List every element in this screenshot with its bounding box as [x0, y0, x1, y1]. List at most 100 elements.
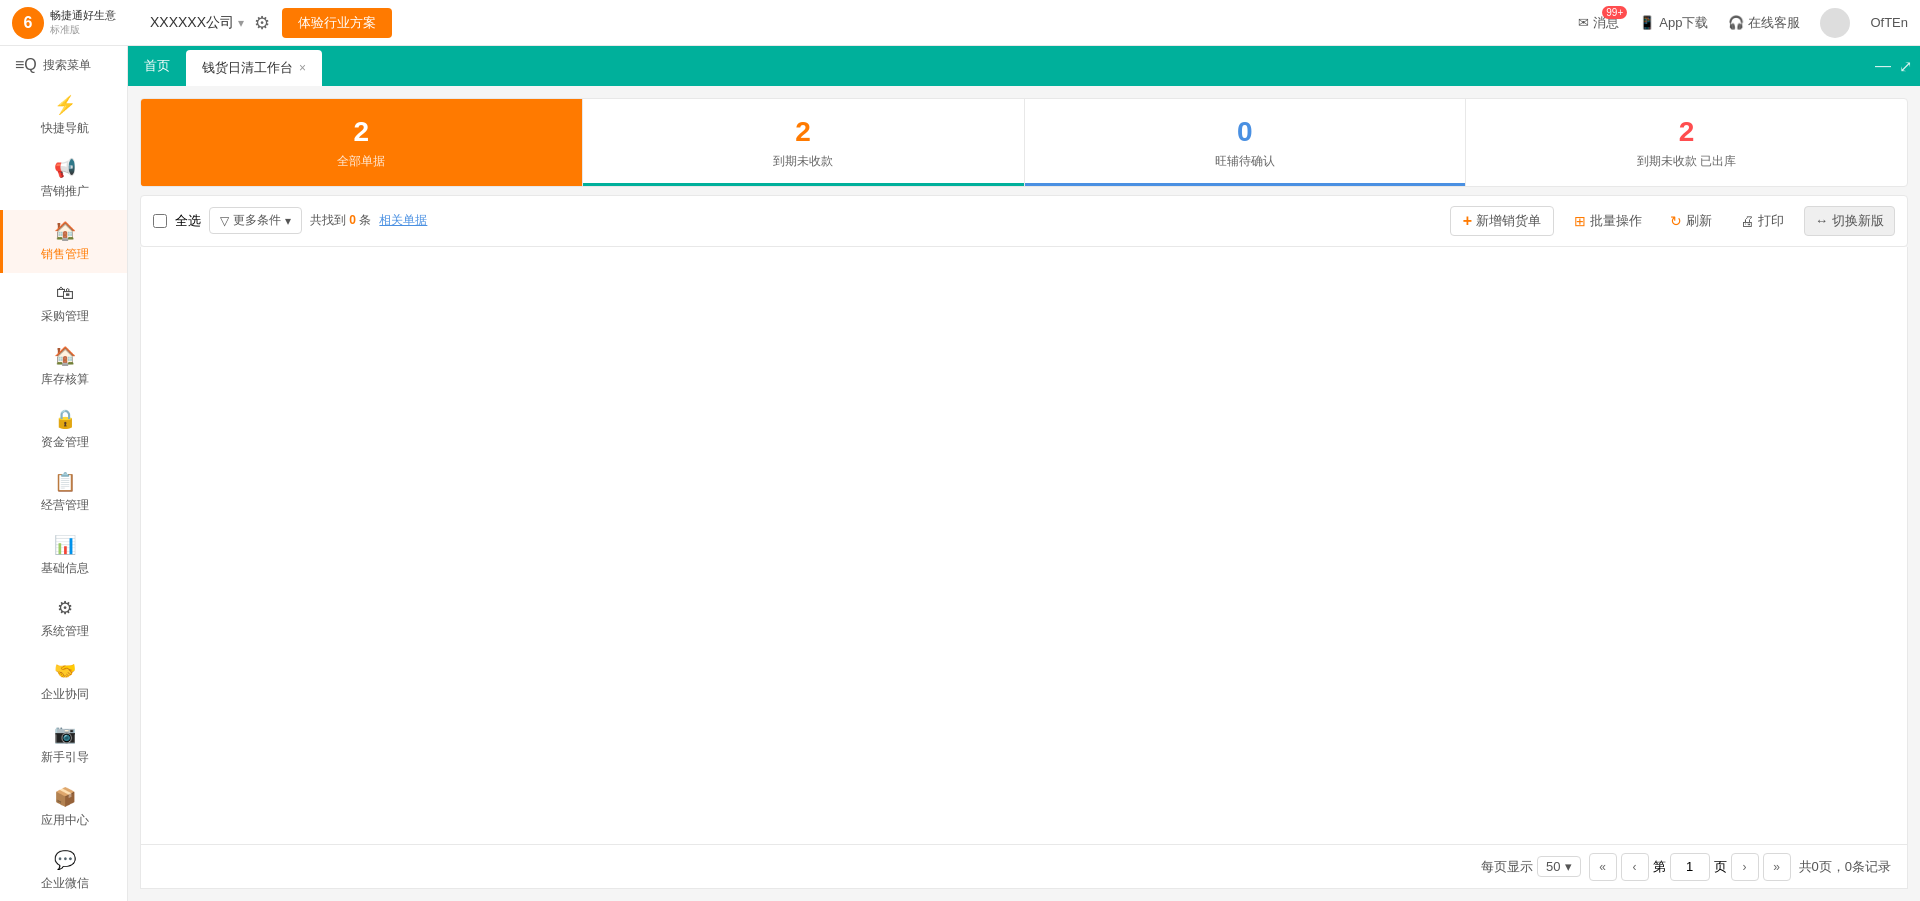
- refresh-label: 刷新: [1686, 212, 1712, 230]
- logo-text: 畅捷通好生意 标准版: [50, 8, 116, 36]
- app-center-icon: 📦: [54, 786, 76, 808]
- sidebar-item-inventory[interactable]: 🏠 库存核算: [0, 335, 127, 398]
- sidebar-search-label: 搜索菜单: [43, 57, 91, 74]
- next-page-button[interactable]: ›: [1731, 853, 1759, 881]
- found-count-number: 0: [349, 213, 356, 227]
- select-all-checkbox[interactable]: [153, 214, 167, 228]
- settings-icon[interactable]: ⚙: [254, 12, 270, 34]
- sidebar: ≡Q 搜索菜单 ⚡ 快捷导航 📢 营销推广 🏠 销售管理 🛍 采购管理 🏠 库存…: [0, 46, 128, 901]
- sidebar-item-enterprise[interactable]: 🤝 企业协同: [0, 650, 127, 713]
- add-sale-button[interactable]: + 新增销货单: [1450, 206, 1554, 236]
- switch-label: 切换新版: [1832, 212, 1884, 230]
- add-sale-label: 新增销货单: [1476, 212, 1541, 230]
- logo-icon: 6: [12, 7, 44, 39]
- tab-actions: — ⤢: [1875, 57, 1920, 76]
- sidebar-item-system[interactable]: ⚙ 系统管理: [0, 587, 127, 650]
- sidebar-item-label: 采购管理: [41, 308, 89, 325]
- tab-work-station-label: 钱货日清工作台: [202, 59, 293, 77]
- avatar[interactable]: [1820, 8, 1850, 38]
- stat-num-shipped: 2: [1679, 115, 1695, 149]
- try-plan-button[interactable]: 体验行业方案: [282, 8, 392, 38]
- sidebar-item-label: 应用中心: [41, 812, 89, 829]
- sidebar-item-purchase[interactable]: 🛍 采购管理: [0, 273, 127, 335]
- tab-maximize-icon[interactable]: ⤢: [1899, 57, 1912, 76]
- batch-icon: ⊞: [1574, 213, 1586, 229]
- related-bills-text[interactable]: 相关单据: [379, 212, 427, 229]
- page-size-chevron: ▾: [1565, 859, 1572, 874]
- first-page-button[interactable]: «: [1589, 853, 1617, 881]
- sidebar-item-label: 系统管理: [41, 623, 89, 640]
- page-size-selector: 每页显示 50 ▾: [1481, 856, 1580, 877]
- page-size-value[interactable]: 50 ▾: [1537, 856, 1580, 877]
- sidebar-item-wecom[interactable]: 💬 企业微信: [0, 839, 127, 901]
- basic-info-icon: 📊: [54, 534, 76, 556]
- stat-card-shipped[interactable]: 2 到期未收款 已出库: [1466, 99, 1907, 186]
- toolbar-right: + 新增销货单 ⊞ 批量操作 ↻ 刷新 🖨 打印: [1450, 206, 1895, 236]
- stat-card-all[interactable]: 2 全部单据: [141, 99, 583, 186]
- print-label: 打印: [1758, 212, 1784, 230]
- main-layout: ≡Q 搜索菜单 ⚡ 快捷导航 📢 营销推广 🏠 销售管理 🛍 采购管理 🏠 库存…: [0, 46, 1920, 901]
- sidebar-item-sales[interactable]: 🏠 销售管理: [0, 210, 127, 273]
- prev-page-button[interactable]: ‹: [1621, 853, 1649, 881]
- stat-underline-all: [141, 183, 582, 186]
- sidebar-item-operations[interactable]: 📋 经营管理: [0, 461, 127, 524]
- sidebar-item-search-menu[interactable]: ≡Q 搜索菜单: [0, 46, 127, 84]
- username: OfTEn: [1870, 15, 1908, 30]
- sidebar-item-guide[interactable]: 📷 新手引导: [0, 713, 127, 776]
- app-download-button[interactable]: 📱 App下载: [1639, 14, 1708, 32]
- message-button[interactable]: ✉ 消息 99+: [1578, 14, 1619, 32]
- refresh-icon: ↻: [1670, 213, 1682, 229]
- sidebar-item-label: 资金管理: [41, 434, 89, 451]
- sidebar-item-finance[interactable]: 🔒 资金管理: [0, 398, 127, 461]
- search-menu-icon: ≡Q: [15, 56, 37, 74]
- printer-icon: 🖨: [1740, 213, 1754, 229]
- sidebar-item-app-center[interactable]: 📦 应用中心: [0, 776, 127, 839]
- message-icon: ✉: [1578, 15, 1589, 30]
- stat-card-overdue[interactable]: 2 到期未收款: [583, 99, 1025, 186]
- current-page-input[interactable]: [1670, 853, 1710, 881]
- sidebar-item-label: 企业微信: [41, 875, 89, 892]
- tabs-bar: 首页 钱货日清工作台 × — ⤢: [128, 46, 1920, 86]
- page-navigation: « ‹ 第 页 › »: [1589, 853, 1791, 881]
- sidebar-item-quick-nav[interactable]: ⚡ 快捷导航: [0, 84, 127, 147]
- print-button[interactable]: 🖨 打印: [1732, 208, 1792, 234]
- online-service-button[interactable]: 🎧 在线客服: [1728, 14, 1800, 32]
- tab-minimize-icon[interactable]: —: [1875, 57, 1891, 75]
- purchase-icon: 🛍: [56, 283, 74, 304]
- megaphone-icon: 📢: [54, 157, 76, 179]
- top-header: 6 畅捷通好生意 标准版 XXXXXX公司 ▾ ⚙ 体验行业方案 ✉ 消息 99…: [0, 0, 1920, 46]
- stat-label-all: 全部单据: [337, 153, 385, 170]
- batch-ops-label: 批量操作: [1590, 212, 1642, 230]
- found-count-text: 共找到 0 条: [310, 212, 371, 229]
- stat-card-pending[interactable]: 0 旺辅待确认: [1025, 99, 1467, 186]
- tab-work-station[interactable]: 钱货日清工作台 ×: [186, 50, 322, 86]
- chevron-down-icon: ▾: [238, 16, 244, 30]
- wecom-icon: 💬: [54, 849, 76, 871]
- page-summary: 共0页，0条记录: [1799, 858, 1891, 876]
- sidebar-item-label: 基础信息: [41, 560, 89, 577]
- tab-home[interactable]: 首页: [128, 46, 186, 86]
- select-all-label: 全选: [175, 212, 201, 230]
- guide-icon: 📷: [54, 723, 76, 745]
- system-icon: ⚙: [57, 597, 73, 619]
- pagination-bar: 每页显示 50 ▾ « ‹ 第 页 › » 共0页，0条记录: [140, 845, 1908, 889]
- app-download-icon: 📱: [1639, 15, 1655, 30]
- sidebar-item-label: 营销推广: [41, 183, 89, 200]
- tab-home-label: 首页: [144, 57, 170, 75]
- tab-close-icon[interactable]: ×: [299, 61, 306, 75]
- toolbar: 全选 ▽ 更多条件 ▾ 共找到 0 条 相关单据 +: [140, 195, 1908, 247]
- switch-version-button[interactable]: ↔ 切换新版: [1804, 206, 1895, 236]
- filter-chevron-icon: ▾: [285, 214, 291, 228]
- more-filter-button[interactable]: ▽ 更多条件 ▾: [209, 207, 302, 234]
- sidebar-item-marketing[interactable]: 📢 营销推广: [0, 147, 127, 210]
- sidebar-item-label: 企业协同: [41, 686, 89, 703]
- sidebar-item-basic-info[interactable]: 📊 基础信息: [0, 524, 127, 587]
- batch-ops-button[interactable]: ⊞ 批量操作: [1566, 208, 1650, 234]
- logo-area: 6 畅捷通好生意 标准版: [12, 7, 140, 39]
- last-page-button[interactable]: »: [1763, 853, 1791, 881]
- filter-icon: ▽: [220, 214, 229, 228]
- refresh-button[interactable]: ↻ 刷新: [1662, 208, 1720, 234]
- stat-label-pending: 旺辅待确认: [1215, 153, 1275, 170]
- company-selector[interactable]: XXXXXX公司 ▾: [150, 14, 244, 32]
- handshake-icon: 🤝: [54, 660, 76, 682]
